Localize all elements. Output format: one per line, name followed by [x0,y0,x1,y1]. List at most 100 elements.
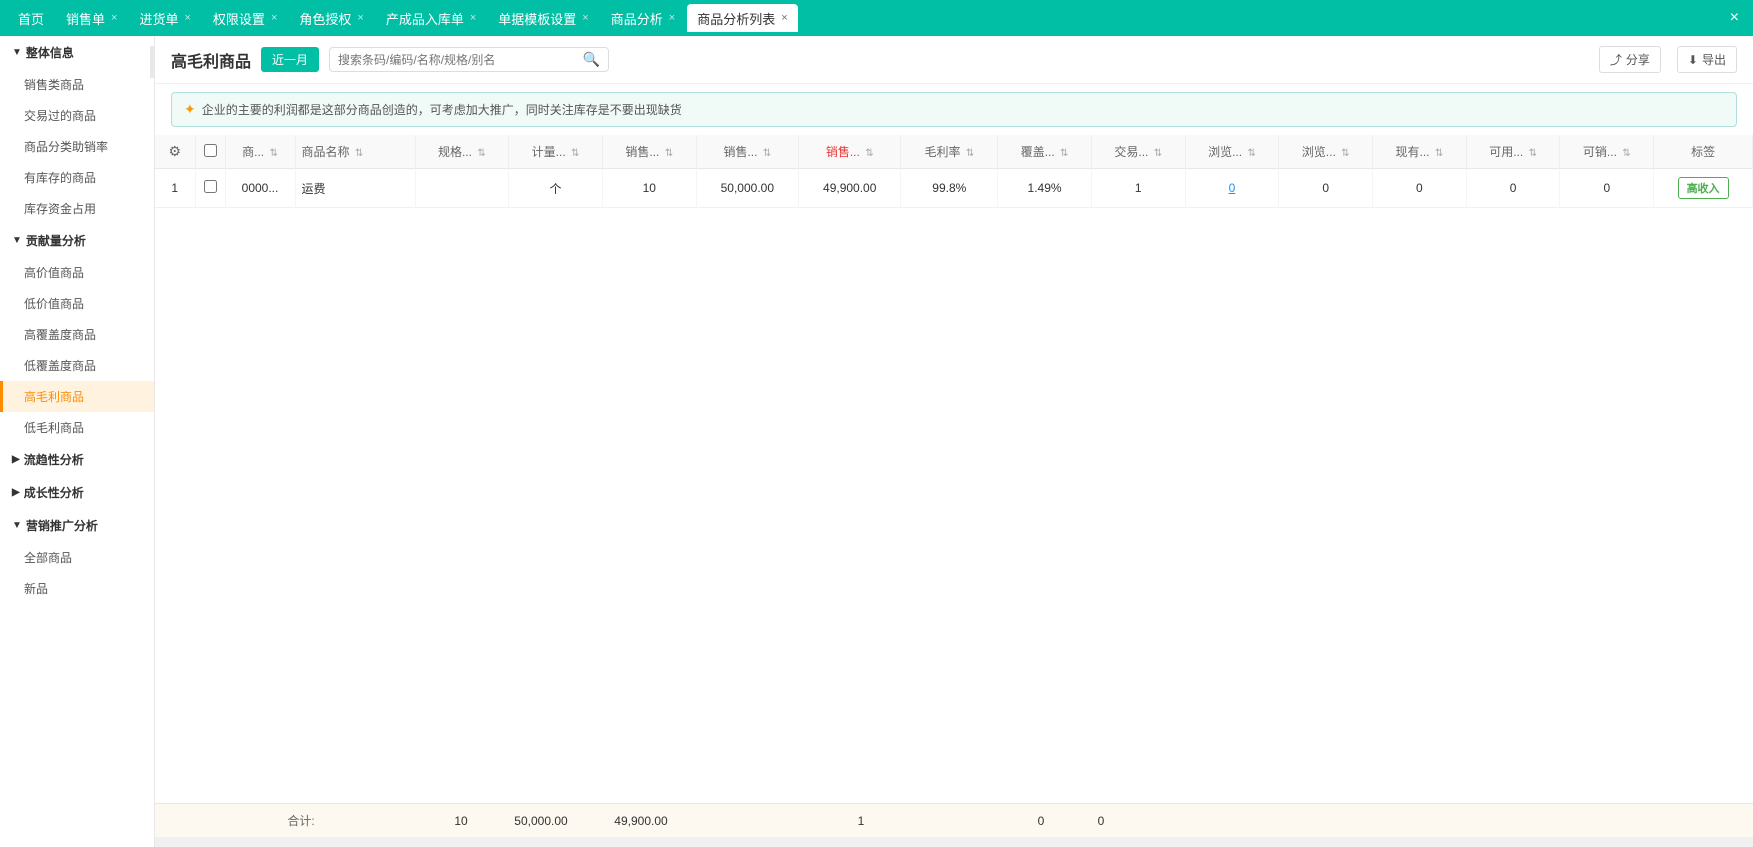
sort-icon: ⇅ [1247,148,1255,159]
sidebar-item-high-margin[interactable]: 高毛利商品 [0,381,154,412]
share-button[interactable]: ⤴ 分享 [1599,46,1661,73]
th-saleable-stock[interactable]: 可销... ⇅ [1560,135,1654,169]
export-icon: ⬇ [1688,53,1698,67]
sort-icon: ⇅ [477,148,485,159]
sidebar-item-high-coverage[interactable]: 高覆盖度商品 [0,319,154,350]
cell-gross-rate: 99.8% [901,169,998,208]
info-icon: ✦ [184,101,196,118]
content-header: 高毛利商品 近一月 🔍 ⤴ 分享 ⬇ 导出 [155,36,1753,84]
sidebar-item-high-value[interactable]: 高价值商品 [0,257,154,288]
nav-template-settings[interactable]: 单据模板设置 × [488,4,598,32]
th-gross-rate[interactable]: 毛利率 ⇅ [901,135,998,169]
sort-icon: ⇅ [1060,148,1068,159]
close-product-storage-tab[interactable]: × [470,12,476,24]
th-browse2[interactable]: 浏览... ⇅ [1279,135,1373,169]
th-settings[interactable]: ⚙ [155,135,195,169]
select-all-checkbox[interactable] [204,144,217,157]
cell-sales-cost: 49,900.00 [799,169,901,208]
close-analysis-tab[interactable]: × [669,12,675,24]
cell-available-stock: 0 [1466,169,1560,208]
search-input[interactable] [338,53,579,67]
filter-recent-month-button[interactable]: 近一月 [261,47,319,72]
sidebar-item-all-goods[interactable]: 全部商品 [0,542,154,573]
arrow-icon: ▶ [12,454,20,465]
nav-analysis-list[interactable]: 商品分析列表 × [687,4,797,32]
th-checkbox[interactable] [195,135,225,169]
arrow-icon: ▼ [12,47,22,58]
th-browse1[interactable]: 浏览... ⇅ [1185,135,1279,169]
th-code[interactable]: 商... ⇅ [225,135,295,169]
nav-product-analysis[interactable]: 商品分析 × [601,4,685,32]
close-template-tab[interactable]: × [582,12,588,24]
th-current-stock[interactable]: 现有... ⇅ [1373,135,1467,169]
sidebar-item-stock-capital[interactable]: 库存资金占用 [0,193,154,224]
cell-unit: 个 [509,169,603,208]
sort-icon: ⇅ [665,148,673,159]
th-sales-amt[interactable]: 销售... ⇅ [696,135,798,169]
footer-sales-amt: 50,000.00 [491,814,591,828]
sidebar-group-trend[interactable]: ▶ 流趋性分析 [0,443,154,476]
th-coverage[interactable]: 覆盖... ⇅ [998,135,1092,169]
th-tx-count[interactable]: 交易... ⇅ [1091,135,1185,169]
sidebar-collapse-button[interactable]: « [150,46,155,78]
nav-sales[interactable]: 销售单 × [56,4,127,32]
footer-available-stock: 0 [1071,814,1131,828]
cell-checkbox[interactable] [195,169,225,208]
th-sales-qty[interactable]: 销售... ⇅ [602,135,696,169]
sidebar-group-marketing[interactable]: ▼ 营销推广分析 [0,509,154,542]
cell-sales-qty: 10 [602,169,696,208]
top-nav: 首页 销售单 × 进货单 × 权限设置 × 角色授权 × 产成品入库单 × 单据… [0,0,1753,36]
share-icon: ⤴ [1610,51,1622,68]
cell-spec [415,169,509,208]
sort-icon: ⇅ [571,148,579,159]
sidebar: « ▼ 整体信息 销售类商品 交易过的商品 商品分类助销率 有库存的商品 库存资… [0,36,155,847]
cell-saleable-stock: 0 [1560,169,1654,208]
nav-home[interactable]: 首页 [8,4,54,32]
close-permission-tab[interactable]: × [271,12,277,24]
settings-icon: ⚙ [168,143,181,159]
table-wrapper[interactable]: ⚙ 商... ⇅ 商品名称 ⇅ [155,135,1753,803]
th-unit[interactable]: 计量... ⇅ [509,135,603,169]
sidebar-group-overall[interactable]: ▼ 整体信息 [0,36,154,69]
cell-tag: 高收入 [1654,169,1753,208]
sidebar-item-new-goods[interactable]: 新品 [0,573,154,604]
th-available-stock[interactable]: 可用... ⇅ [1466,135,1560,169]
close-sales-tab[interactable]: × [111,12,117,24]
row-checkbox[interactable] [204,180,217,193]
sidebar-item-low-value[interactable]: 低价值商品 [0,288,154,319]
nav-permission[interactable]: 权限设置 × [203,4,287,32]
table-row: 1 0000... 运费 个 10 50,000.00 49,900.00 99… [155,169,1753,208]
th-sales-cost[interactable]: 销售... ⇅ [799,135,901,169]
sidebar-group-growth[interactable]: ▶ 成长性分析 [0,476,154,509]
sort-icon: ⇅ [1341,148,1349,159]
nav-product-storage[interactable]: 产成品入库单 × [376,4,486,32]
cell-name: 运费 [295,169,415,208]
sidebar-group-contribution[interactable]: ▼ 贡献量分析 [0,224,154,257]
sort-icon: ⇅ [966,148,974,159]
bottom-scrollbar[interactable] [155,837,1753,847]
close-purchase-tab[interactable]: × [184,12,190,24]
sidebar-item-category-rate[interactable]: 商品分类助销率 [0,131,154,162]
nav-role[interactable]: 角色授权 × [289,4,373,32]
sidebar-item-stocked-goods[interactable]: 有库存的商品 [0,162,154,193]
data-table: ⚙ 商... ⇅ 商品名称 ⇅ [155,135,1753,208]
th-name[interactable]: 商品名称 ⇅ [295,135,415,169]
sidebar-item-traded-goods[interactable]: 交易过的商品 [0,100,154,131]
close-role-tab[interactable]: × [357,12,363,24]
sidebar-item-low-coverage[interactable]: 低覆盖度商品 [0,350,154,381]
search-icon[interactable]: 🔍 [583,51,600,68]
nav-purchase[interactable]: 进货单 × [129,4,200,32]
sidebar-item-low-margin[interactable]: 低毛利商品 [0,412,154,443]
footer-sales-cost: 49,900.00 [591,814,691,828]
sort-icon: ⇅ [865,148,873,159]
cell-current-stock: 0 [1373,169,1467,208]
th-tag[interactable]: 标签 [1654,135,1753,169]
export-button[interactable]: ⬇ 导出 [1677,46,1737,73]
cell-browse1[interactable]: 0 [1185,169,1279,208]
th-spec[interactable]: 规格... ⇅ [415,135,509,169]
sort-icon: ⇅ [763,148,771,159]
footer-sales-qty: 10 [431,814,491,828]
close-analysis-list-tab[interactable]: × [781,12,787,24]
sidebar-item-sales-goods[interactable]: 销售类商品 [0,69,154,100]
window-close-button[interactable]: × [1724,9,1745,27]
